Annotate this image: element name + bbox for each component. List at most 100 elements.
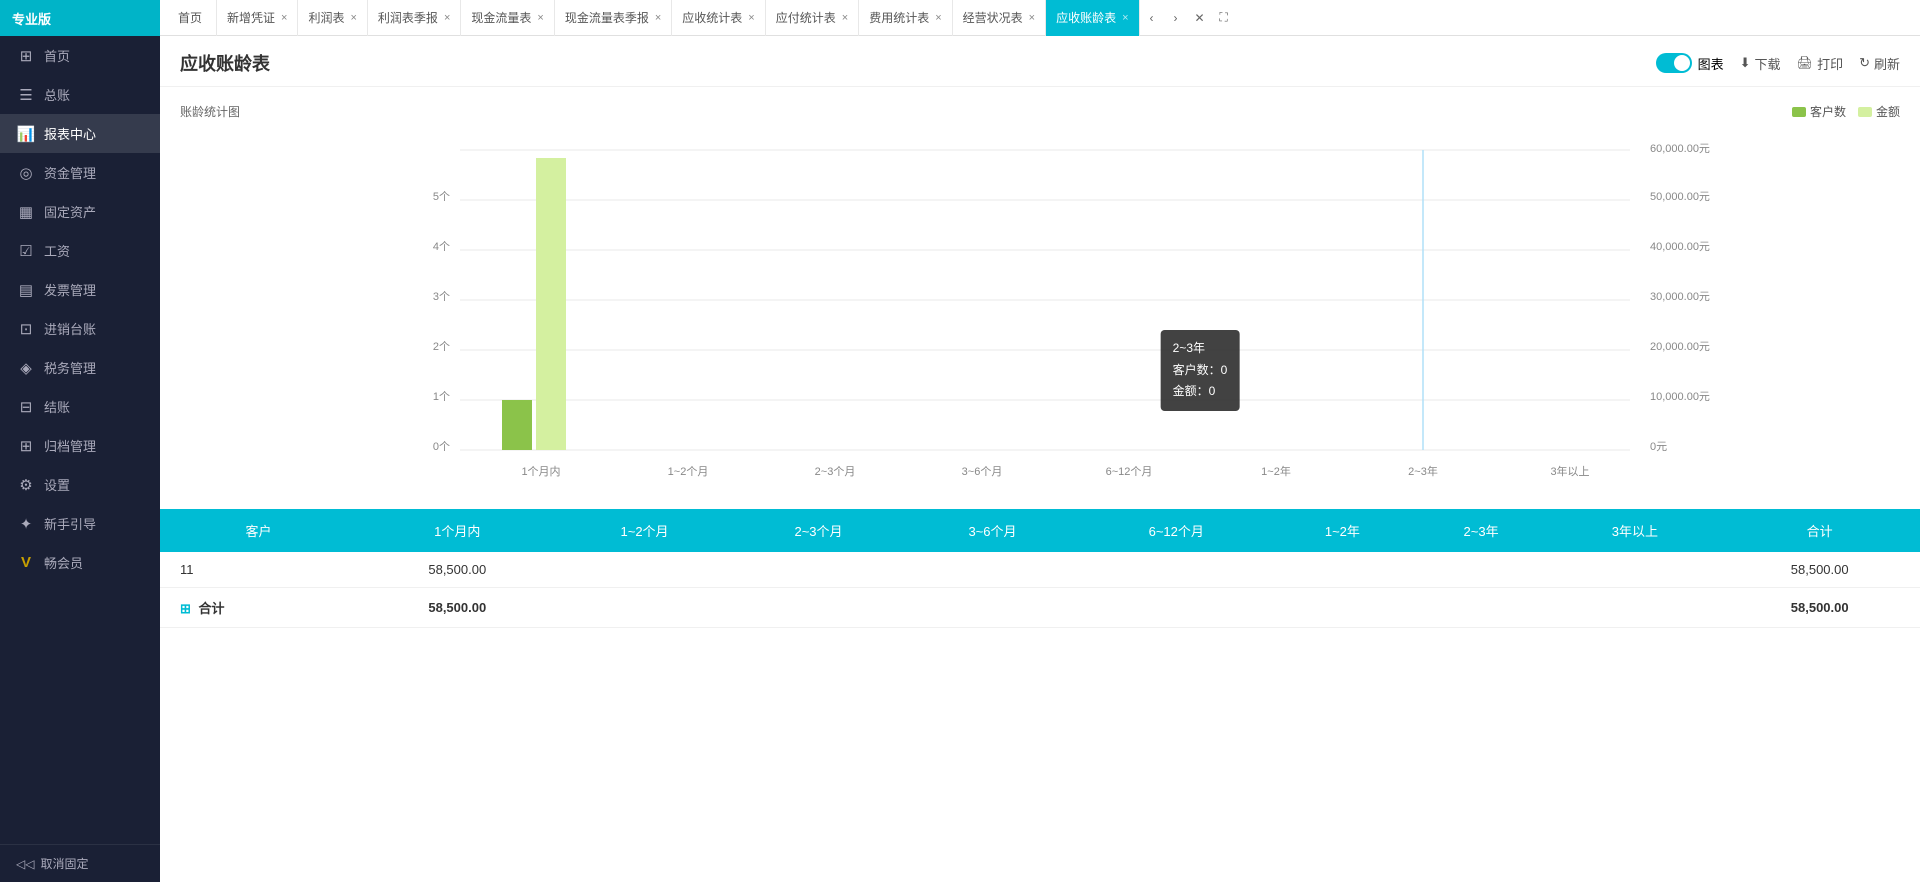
- download-button[interactable]: ⬇ 下载: [1740, 54, 1781, 73]
- tab-close-icon[interactable]: ×: [842, 12, 848, 24]
- sidebar-item-archive[interactable]: ⊞ 归档管理: [0, 426, 160, 465]
- chart-svg-container: 0个 1个 2个 3个 4个 5个 0元 10,000.00元 20,000.0…: [180, 130, 1900, 493]
- tab-expand-button[interactable]: ⛶: [1212, 0, 1236, 36]
- sidebar-item-label: 进销台账: [44, 319, 96, 338]
- col-y3plus: 3年以上: [1550, 509, 1719, 552]
- download-label: 下载: [1755, 54, 1781, 73]
- tab-label: 应收账龄表: [1056, 9, 1116, 26]
- svg-text:1个月内: 1个月内: [521, 464, 560, 478]
- sidebar-item-settings[interactable]: ⚙ 设置: [0, 465, 160, 504]
- tab-close-all-button[interactable]: ✕: [1188, 0, 1212, 36]
- total-m1: 58,500.00: [357, 588, 558, 628]
- tab-cashflow-quarter[interactable]: 现金流量表季报 ×: [555, 0, 672, 36]
- col-m612: 6~12个月: [1079, 509, 1273, 552]
- tab-prev-button[interactable]: ‹: [1140, 0, 1164, 36]
- tab-close-icon[interactable]: ×: [1029, 12, 1035, 24]
- total-y3plus: [1550, 588, 1719, 628]
- tab-close-icon[interactable]: ×: [444, 12, 450, 24]
- tab-profit-quarter[interactable]: 利润表季报 ×: [368, 0, 461, 36]
- tab-new-voucher[interactable]: 新增凭证 ×: [217, 0, 298, 36]
- toggle-track[interactable]: [1656, 53, 1692, 73]
- table-header-row: 客户 1个月内 1~2个月 2~3个月 3~6个月 6~12个月 1~2年 2~…: [160, 509, 1920, 552]
- sidebar-item-asset[interactable]: ▦ 固定资产: [0, 192, 160, 231]
- tab-expense-stats[interactable]: 费用统计表 ×: [859, 0, 952, 36]
- refresh-label: 刷新: [1874, 54, 1900, 73]
- report-icon: 📊: [16, 125, 36, 143]
- tab-close-icon[interactable]: ×: [1122, 12, 1128, 24]
- chart-legend: 客户数 金额: [1792, 103, 1900, 120]
- sidebar-item-home[interactable]: ⊞ 首页: [0, 36, 160, 75]
- svg-text:60,000.00元: 60,000.00元: [1650, 143, 1710, 155]
- legend-amount: 金额: [1858, 103, 1900, 120]
- tab-profit[interactable]: 利润表 ×: [298, 0, 367, 36]
- tab-close-icon[interactable]: ×: [748, 12, 754, 24]
- tab-close-icon[interactable]: ×: [655, 12, 661, 24]
- refresh-button[interactable]: ↻ 刷新: [1859, 54, 1900, 73]
- tab-label: 应收统计表: [682, 9, 742, 26]
- tab-label: 新增凭证: [227, 9, 275, 26]
- svg-text:0元: 0元: [1650, 441, 1667, 453]
- tab-close-icon[interactable]: ×: [281, 12, 287, 24]
- chart-area: 账龄统计图 客户数 金额 0个 1个 2个 3个: [160, 87, 1920, 509]
- page-title: 应收账龄表: [180, 50, 270, 76]
- download-icon: ⬇: [1740, 55, 1751, 71]
- unpin-button[interactable]: ◁◁ 取消固定: [0, 844, 160, 882]
- tab-cashflow[interactable]: 现金流量表 ×: [461, 0, 554, 36]
- bar-amount-0: [536, 158, 566, 450]
- sidebar-item-ledger[interactable]: ☰ 总账: [0, 75, 160, 114]
- tab-next-button[interactable]: ›: [1164, 0, 1188, 36]
- col-m36: 3~6个月: [905, 509, 1079, 552]
- print-icon: 🖨: [1797, 55, 1814, 71]
- sidebar-item-label: 固定资产: [44, 202, 96, 221]
- sidebar-item-salary[interactable]: ☑ 工资: [0, 231, 160, 270]
- cell-customer: 11: [160, 552, 357, 588]
- tab-receivable-stats[interactable]: 应收统计表 ×: [672, 0, 765, 36]
- svg-text:2~3个月: 2~3个月: [815, 465, 856, 478]
- col-y12: 1~2年: [1273, 509, 1412, 552]
- tab-label: 现金流量表: [471, 9, 531, 26]
- cell-m36: [905, 552, 1079, 588]
- tab-payable-stats[interactable]: 应付统计表 ×: [766, 0, 859, 36]
- total-y12: [1273, 588, 1412, 628]
- tab-label: 经营状况表: [963, 9, 1023, 26]
- sidebar-item-report[interactable]: 📊 报表中心: [0, 114, 160, 153]
- tab-home[interactable]: 首页: [164, 0, 217, 36]
- tab-label: 现金流量表季报: [565, 9, 649, 26]
- sidebar-item-fund[interactable]: ◎ 资金管理: [0, 153, 160, 192]
- chart-svg: 0个 1个 2个 3个 4个 5个 0元 10,000.00元 20,000.0…: [180, 130, 1900, 490]
- sidebar-item-invoice[interactable]: ▤ 发票管理: [0, 270, 160, 309]
- tab-close-icon[interactable]: ×: [537, 12, 543, 24]
- svg-text:40,000.00元: 40,000.00元: [1650, 241, 1710, 253]
- tab-close-icon[interactable]: ×: [935, 12, 941, 24]
- svg-text:4个: 4个: [433, 240, 450, 253]
- cell-m1: 58,500.00: [357, 552, 558, 588]
- sidebar-item-close[interactable]: ⊟ 结账: [0, 387, 160, 426]
- guide-icon: ✦: [16, 515, 36, 533]
- svg-text:50,000.00元: 50,000.00元: [1650, 191, 1710, 203]
- col-m12: 1~2个月: [558, 509, 732, 552]
- tab-business-status[interactable]: 经营状况表 ×: [953, 0, 1046, 36]
- print-button[interactable]: 🖨 打印: [1797, 54, 1844, 73]
- tab-aging-report[interactable]: 应收账龄表 ×: [1046, 0, 1139, 36]
- cell-m612: [1079, 552, 1273, 588]
- tab-close-icon[interactable]: ×: [350, 12, 356, 24]
- cell-y3plus: [1550, 552, 1719, 588]
- sidebar-item-vip[interactable]: V 畅会员: [0, 543, 160, 582]
- cell-total: 58,500.00: [1719, 552, 1920, 588]
- svg-text:2~3年: 2~3年: [1408, 464, 1438, 478]
- sidebar-item-tax[interactable]: ◈ 税务管理: [0, 348, 160, 387]
- sidebar-item-guide[interactable]: ✦ 新手引导: [0, 504, 160, 543]
- chart-toggle[interactable]: 图表: [1656, 53, 1724, 73]
- bar-customer-0: [502, 400, 532, 450]
- asset-icon: ▦: [16, 203, 36, 221]
- col-y23: 2~3年: [1412, 509, 1551, 552]
- tab-label: 利润表: [308, 9, 344, 26]
- print-label: 打印: [1817, 54, 1843, 73]
- sidebar-item-label: 发票管理: [44, 280, 96, 299]
- sidebar-item-label: 资金管理: [44, 163, 96, 182]
- col-customer: 客户: [160, 509, 357, 552]
- svg-text:0个: 0个: [433, 440, 450, 453]
- sidebar-item-sales[interactable]: ⊡ 进销台账: [0, 309, 160, 348]
- sidebar-item-label: 结账: [44, 397, 70, 416]
- settings-icon: ⚙: [16, 476, 36, 494]
